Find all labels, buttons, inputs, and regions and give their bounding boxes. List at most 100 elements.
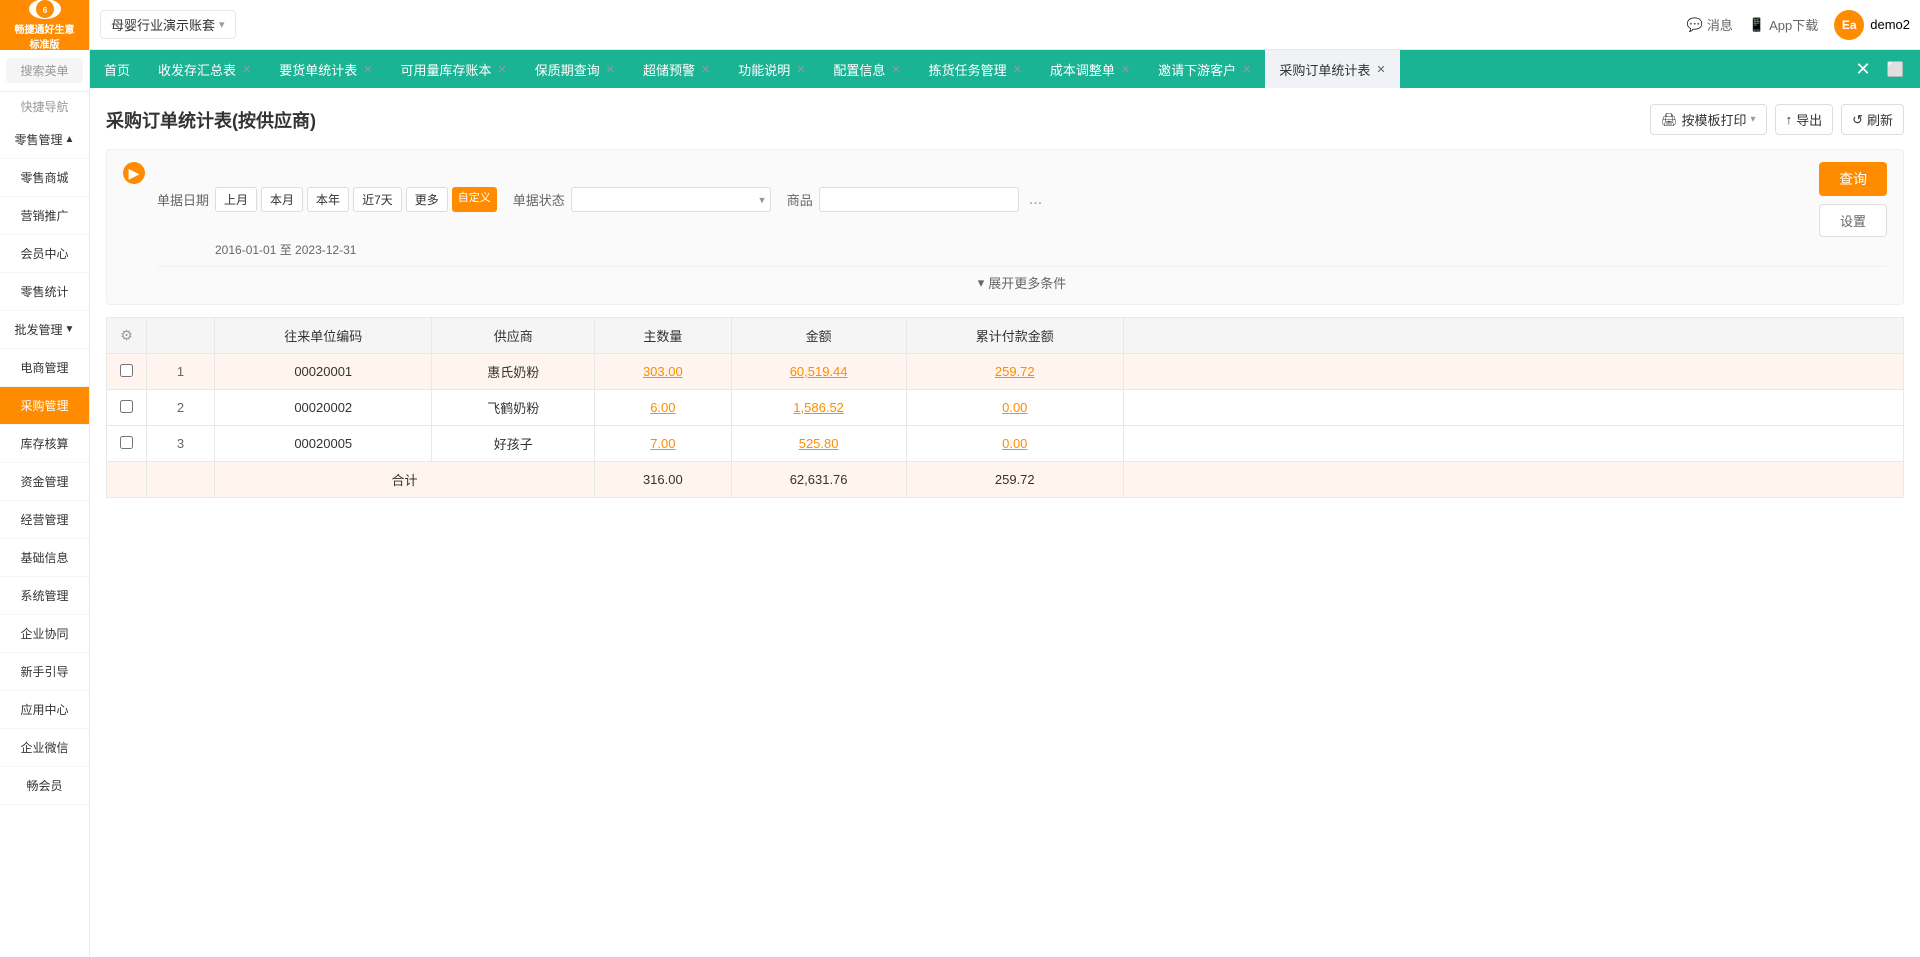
row2-paid-amount[interactable]: 0.00 [906,390,1123,426]
sidebar-item-finance[interactable]: 资金管理 [0,463,89,501]
th-quantity: 主数量 [595,318,732,354]
export-button[interactable]: ↑ 导出 [1775,104,1834,135]
refresh-button[interactable]: ↺ 刷新 [1841,104,1904,135]
tab-pick-task-close[interactable]: ✕ [1013,63,1022,76]
th-supplier: 供应商 [432,318,595,354]
sidebar-item-retail-shop[interactable]: 零售商城 [0,159,89,197]
tab-overstock-warning[interactable]: 超储预警 ✕ [629,50,724,88]
sidebar-item-wholesale[interactable]: 批发管理 ▼ [0,311,89,349]
goods-ellipsis-btn[interactable]: ... [1025,191,1046,209]
expand-tab-btn[interactable]: ⬜ [1879,57,1912,82]
tab-pick-task[interactable]: 拣货任务管理 ✕ [915,50,1036,88]
date-btn-more[interactable]: 更多 [406,187,448,212]
row2-checkbox[interactable] [107,390,147,426]
app-logo[interactable]: 6 畅捷通好生意 标准版 [0,0,89,50]
tab-function-desc-close[interactable]: ✕ [796,63,805,76]
checkbox-3[interactable] [120,436,133,449]
date-btn-this-month[interactable]: 本月 [261,187,303,212]
row2-unit-code: 00020002 [215,390,432,426]
th-settings[interactable]: ⚙ [107,318,147,354]
close-tab-btn[interactable]: ✕ [1847,55,1878,84]
sidebar-item-newguide[interactable]: 新手引导 [0,653,89,691]
tab-overstock-warning-close[interactable]: ✕ [701,63,710,76]
sidebar-quicknav[interactable]: 快捷导航 [0,92,89,121]
tab-expiry-query[interactable]: 保质期查询 ✕ [521,50,629,88]
username: demo2 [1870,17,1910,32]
sidebar-item-bizwechat[interactable]: 企业微信 [0,729,89,767]
filter-status: 单据状态 [513,187,771,212]
goods-input[interactable] [819,187,1019,212]
th-extra [1124,318,1904,354]
table-settings-icon[interactable]: ⚙ [120,327,133,343]
sidebar-item-inventory[interactable]: 库存核算 [0,425,89,463]
row1-checkbox[interactable] [107,354,147,390]
row3-checkbox[interactable] [107,426,147,462]
message-button[interactable]: 💬 消息 [1687,15,1733,34]
sidebar-item-retail-stat[interactable]: 零售统计 [0,273,89,311]
tab-receive-send[interactable]: 收发存汇总表 ✕ [144,50,265,88]
sidebar-item-purchase[interactable]: 采购管理 [0,387,89,425]
tab-invite-downstream[interactable]: 邀请下游客户 ✕ [1144,50,1265,88]
sidebar-item-retail-mgmt[interactable]: 零售管理 ▲ [0,121,89,159]
sidebar-item-appcenter[interactable]: 应用中心 [0,691,89,729]
tab-config-info-close[interactable]: ✕ [891,63,900,76]
tab-order-summary[interactable]: 要货单统计表 ✕ [265,50,386,88]
filter-bar: ▶ 单据日期 上月 本月 本年 近7天 更多 [106,149,1904,305]
tab-available-stock-close[interactable]: ✕ [498,63,507,76]
row3-quantity[interactable]: 7.00 [595,426,732,462]
checkbox-2[interactable] [120,400,133,413]
row1-amount[interactable]: 60,519.44 [731,354,906,390]
query-button[interactable]: 查询 [1819,162,1887,196]
row2-supplier: 飞鹤奶粉 [432,390,595,426]
tab-purchase-summary-close[interactable]: ✕ [1376,63,1385,76]
tabbar-actions: ✕ ⬜ [1847,55,1920,84]
tab-order-summary-label: 要货单统计表 [279,60,357,79]
tab-order-summary-close[interactable]: ✕ [363,63,372,76]
sidebar-item-member[interactable]: 会员中心 [0,235,89,273]
row2-amount[interactable]: 1,586.52 [731,390,906,426]
app-subtitle: 标准版 [30,36,60,51]
tab-receive-send-label: 收发存汇总表 [158,60,236,79]
app-download-button[interactable]: 📱 App下载 [1749,15,1818,34]
tab-function-desc-label: 功能说明 [738,60,790,79]
settings-button[interactable]: 设置 [1819,204,1887,237]
tab-function-desc[interactable]: 功能说明 ✕ [724,50,819,88]
print-button[interactable]: 🖨 按模板打印 ▾ [1650,104,1767,135]
row3-amount[interactable]: 525.80 [731,426,906,462]
row3-paid-amount[interactable]: 0.00 [906,426,1123,462]
tab-home[interactable]: 首页 [90,50,144,88]
tab-invite-downstream-close[interactable]: ✕ [1242,63,1251,76]
date-btn-last-month[interactable]: 上月 [215,187,257,212]
tab-receive-send-close[interactable]: ✕ [242,63,251,76]
row1-quantity[interactable]: 303.00 [595,354,732,390]
expand-more-btn[interactable]: ▾ 展开更多条件 [157,266,1887,292]
checkbox-1[interactable] [120,364,133,377]
tab-expiry-query-close[interactable]: ✕ [606,63,615,76]
tab-invite-downstream-label: 邀请下游客户 [1158,60,1236,79]
filter-expand-btn[interactable]: ▶ [123,162,145,184]
sidebar-item-basic[interactable]: 基础信息 [0,539,89,577]
refresh-label: 刷新 [1867,110,1893,129]
sidebar-item-collab[interactable]: 企业协同 [0,615,89,653]
topbar: 母婴行业演示账套 ▾ 💬 消息 📱 App下载 Ea demo2 [90,0,1920,50]
user-menu[interactable]: Ea demo2 [1834,10,1910,40]
sidebar-item-marketing[interactable]: 营销推广 [0,197,89,235]
search-label[interactable]: 搜索英单 [6,58,83,83]
row2-quantity[interactable]: 6.00 [595,390,732,426]
tab-cost-adjust-close[interactable]: ✕ [1121,63,1130,76]
tab-purchase-summary[interactable]: 采购订单统计表 ✕ [1265,50,1399,88]
sidebar-search-area[interactable]: 搜索英单 [0,50,89,92]
sidebar-item-ecommerce[interactable]: 电商管理 [0,349,89,387]
tab-available-stock[interactable]: 可用量库存账本 ✕ [386,50,520,88]
row1-paid-amount[interactable]: 259.72 [906,354,1123,390]
date-btn-7days[interactable]: 近7天 [353,187,402,212]
status-select[interactable] [571,187,771,212]
sidebar-item-system[interactable]: 系统管理 [0,577,89,615]
tab-cost-adjust[interactable]: 成本调整单 ✕ [1036,50,1144,88]
date-custom-badge[interactable]: 自定义 [452,187,497,212]
sidebar-item-ops[interactable]: 经营管理 [0,501,89,539]
sidebar-item-member2[interactable]: 畅会员 [0,767,89,805]
date-btn-this-year[interactable]: 本年 [307,187,349,212]
tab-config-info[interactable]: 配置信息 ✕ [819,50,914,88]
workspace-selector[interactable]: 母婴行业演示账套 ▾ [100,10,236,39]
